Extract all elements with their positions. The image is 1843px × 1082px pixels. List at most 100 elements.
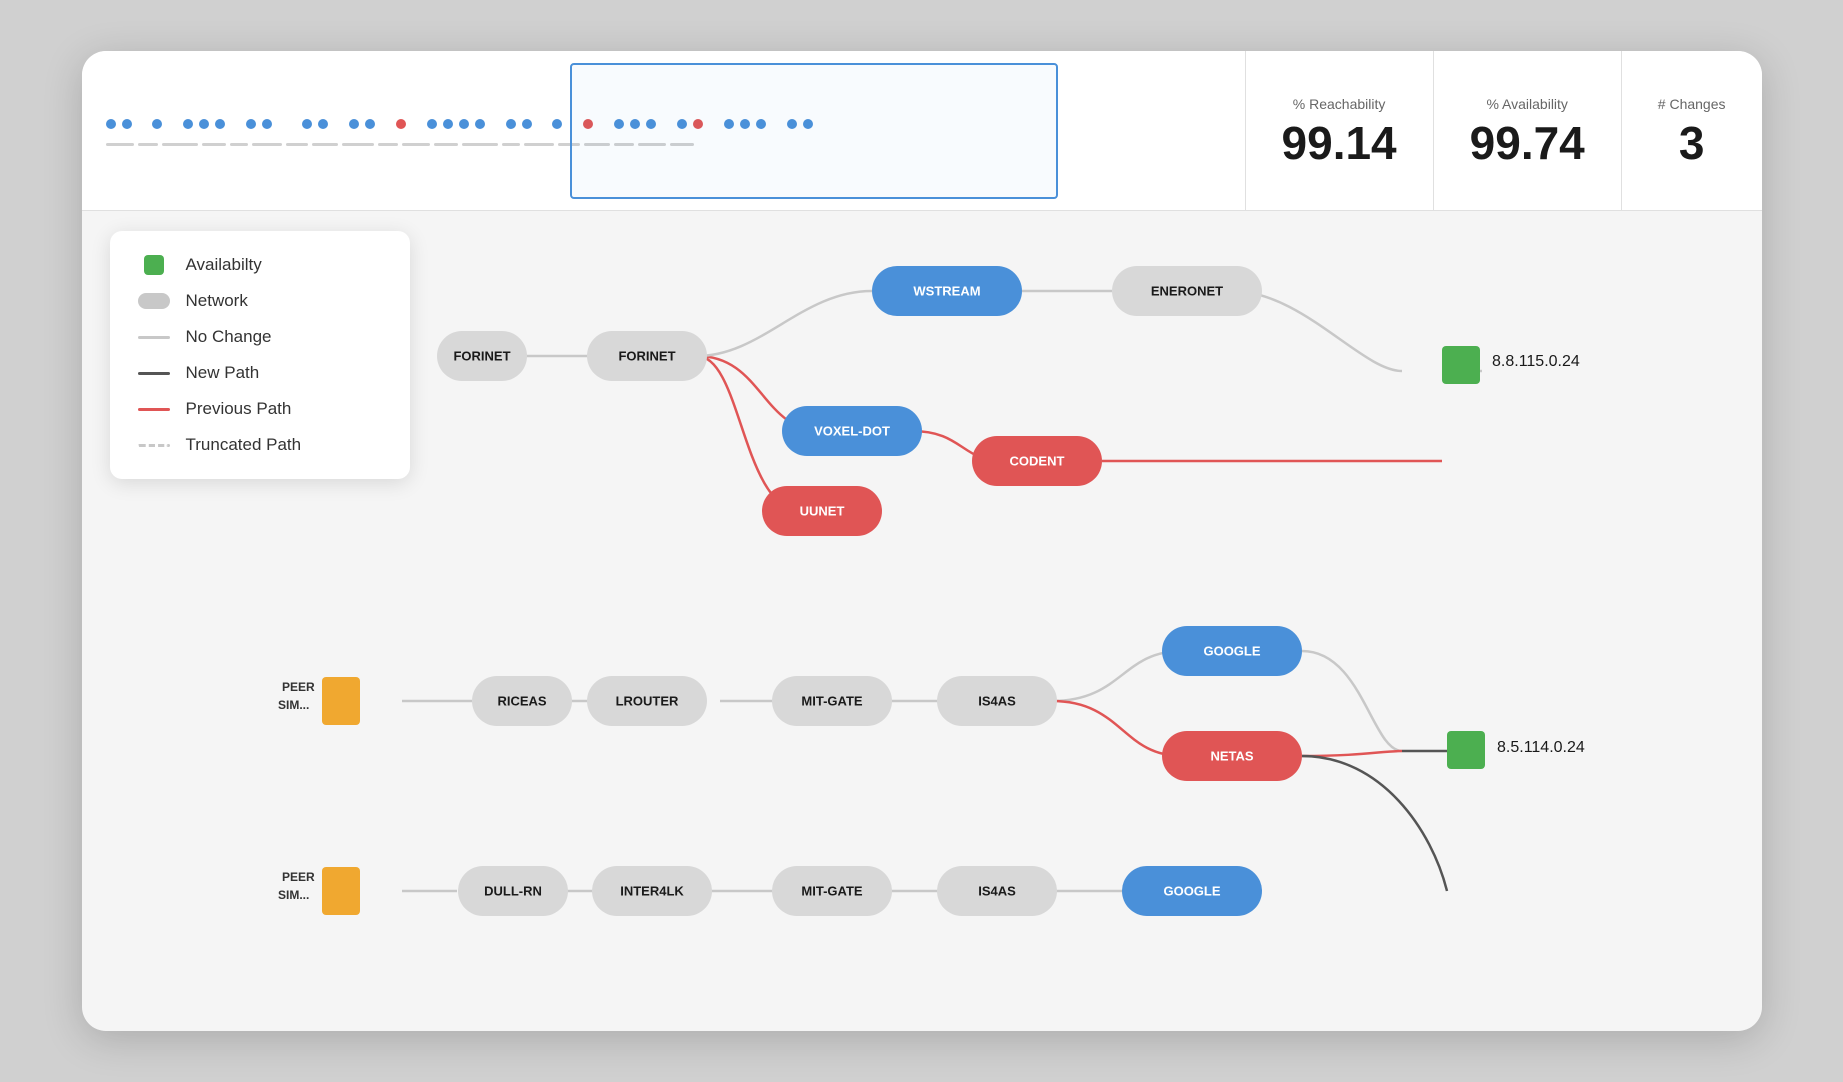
dots-row-1 <box>106 115 1221 133</box>
dot <box>506 119 516 129</box>
dot <box>522 119 532 129</box>
label-voxeldot: VOXEL-DOT <box>814 423 890 438</box>
dot <box>583 119 593 129</box>
dot <box>693 119 703 129</box>
dot <box>756 119 766 129</box>
dot <box>365 119 375 129</box>
label-uunet: UUNET <box>799 503 844 518</box>
label-wstream: WSTREAM <box>913 283 980 298</box>
node-peersim1 <box>322 677 360 725</box>
dot <box>215 119 225 129</box>
dot <box>427 119 437 129</box>
label-forinet-large: FORINET <box>618 348 675 363</box>
label-peersim1: PEER <box>282 680 315 694</box>
label-eneronet: ENERONET <box>1150 283 1222 298</box>
legend-previous-path: Previous Path <box>138 399 382 419</box>
dot <box>396 119 406 129</box>
dot <box>740 119 750 129</box>
dot <box>106 119 116 129</box>
legend-no-change: No Change <box>138 327 382 347</box>
dest1-square <box>1442 346 1480 384</box>
label-mitgate-r2: MIT-GATE <box>801 693 862 708</box>
reachability-stat: % Reachability 99.14 <box>1246 51 1434 210</box>
changes-label: # Changes <box>1658 96 1726 112</box>
legend-box: Availabilty Network No Change New Path P… <box>110 231 410 479</box>
dot <box>152 119 162 129</box>
main-container: % Reachability 99.14 % Availability 99.7… <box>82 51 1762 1031</box>
previous-path-line <box>138 408 170 411</box>
no-change-line <box>138 336 170 339</box>
legend-truncated-path: Truncated Path <box>138 435 382 455</box>
dot <box>246 119 256 129</box>
dot <box>318 119 328 129</box>
path-r2-dest-red <box>1302 751 1402 756</box>
label-forinet-small: FORINET <box>453 348 510 363</box>
dot <box>677 119 687 129</box>
legend-availability-label: Availabilty <box>186 255 262 275</box>
label-lrouter: LROUTER <box>615 693 678 708</box>
label-is4as-r3: IS4AS <box>978 883 1016 898</box>
dest2-square <box>1447 731 1485 769</box>
dot <box>122 119 132 129</box>
top-bar: % Reachability 99.14 % Availability 99.7… <box>82 51 1762 211</box>
path-r2-dest-gray <box>1302 651 1402 751</box>
label-riceas: RICEAS <box>497 693 546 708</box>
dot <box>646 119 656 129</box>
dot <box>183 119 193 129</box>
legend-previous-path-label: Previous Path <box>186 399 292 419</box>
timeline-dots <box>106 115 1221 146</box>
stats-area: % Reachability 99.14 % Availability 99.7… <box>1245 51 1762 210</box>
dot <box>349 119 359 129</box>
label-is4as-r2: IS4AS <box>978 693 1016 708</box>
label-netas: NETAS <box>1210 748 1253 763</box>
availability-label: % Availability <box>1486 96 1567 112</box>
label-google-r2: GOOGLE <box>1203 643 1260 658</box>
legend-network-label: Network <box>186 291 248 311</box>
availability-stat: % Availability 99.74 <box>1434 51 1622 210</box>
availability-square <box>144 255 164 275</box>
label-peersim2: PEER <box>282 870 315 884</box>
network-node-icon <box>138 293 170 309</box>
dot <box>614 119 624 129</box>
reachability-value: 99.14 <box>1282 120 1397 166</box>
legend-network: Network <box>138 291 382 311</box>
legend-no-change-icon <box>138 336 170 339</box>
legend-new-path: New Path <box>138 363 382 383</box>
label-inter4lk: INTER4LK <box>620 883 684 898</box>
label-peersim2b: SIM... <box>278 888 309 902</box>
dot <box>724 119 734 129</box>
label-dest2: 8.5.114.0.24 <box>1497 739 1585 756</box>
legend-availability: Availabilty <box>138 255 382 275</box>
timeline-area[interactable] <box>82 51 1245 210</box>
label-peersim1b: SIM... <box>278 698 309 712</box>
reachability-label: % Reachability <box>1293 96 1386 112</box>
path-r1-gray-1 <box>697 291 872 356</box>
availability-value: 99.74 <box>1470 120 1585 166</box>
changes-value: 3 <box>1679 120 1705 166</box>
path-r2-netas <box>1052 701 1182 756</box>
dot <box>552 119 562 129</box>
path-r2-google <box>1052 651 1182 701</box>
dot <box>302 119 312 129</box>
changes-stat: # Changes 3 <box>1622 51 1762 210</box>
dot <box>630 119 640 129</box>
new-path-line <box>138 372 170 375</box>
dot <box>443 119 453 129</box>
node-peersim2 <box>322 867 360 915</box>
legend-network-icon <box>138 293 170 309</box>
dot <box>787 119 797 129</box>
legend-truncated-path-icon <box>138 444 170 447</box>
dot <box>262 119 272 129</box>
legend-truncated-path-label: Truncated Path <box>186 435 302 455</box>
truncated-path-line <box>138 444 170 447</box>
dot <box>803 119 813 129</box>
dot <box>459 119 469 129</box>
label-codent: CODENT <box>1009 453 1064 468</box>
dot <box>199 119 209 129</box>
label-dullrn: DULL-RN <box>484 883 542 898</box>
path-netas-to-r3 <box>1302 756 1447 891</box>
legend-new-path-label: New Path <box>186 363 260 383</box>
legend-new-path-icon <box>138 372 170 375</box>
legend-previous-path-icon <box>138 408 170 411</box>
legend-no-change-label: No Change <box>186 327 272 347</box>
